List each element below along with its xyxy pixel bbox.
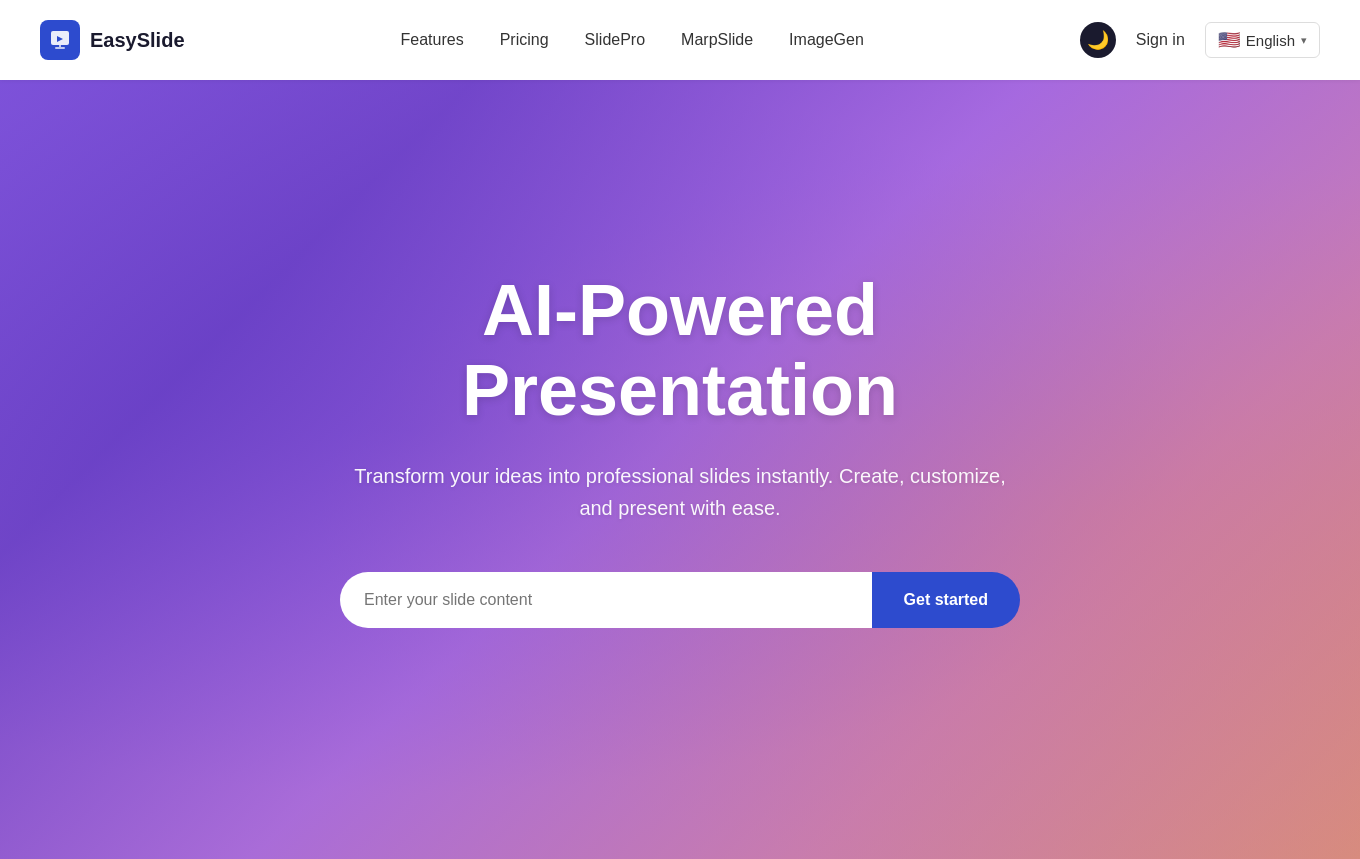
logo-text: EasySlide [90, 29, 185, 52]
language-name: English [1246, 32, 1295, 49]
nav-link-imagegen[interactable]: ImageGen [789, 31, 864, 49]
language-selector[interactable]: 🇺🇸 English ▾ [1205, 22, 1320, 58]
svg-rect-3 [59, 45, 61, 47]
svg-rect-2 [55, 47, 65, 49]
nav-link-marpslide[interactable]: MarpSlide [681, 31, 753, 49]
dark-mode-toggle[interactable]: 🌙 [1080, 22, 1116, 58]
get-started-button[interactable]: Get started [872, 572, 1020, 628]
nav-link-slidepro[interactable]: SlidePro [585, 31, 645, 49]
sign-in-link[interactable]: Sign in [1136, 31, 1185, 49]
navbar-right: 🌙 Sign in 🇺🇸 English ▾ [1080, 22, 1320, 58]
hero-subtitle: Transform your ideas into professional s… [340, 460, 1020, 524]
navbar: EasySlide Features Pricing SlidePro Marp… [0, 0, 1360, 80]
nav-links: Features Pricing SlidePro MarpSlide Imag… [401, 31, 864, 49]
chevron-down-icon: ▾ [1301, 34, 1307, 47]
hero-title-line1: AI-Powered [482, 270, 878, 350]
nav-link-features[interactable]: Features [401, 31, 464, 49]
hero-input-row: Get started [340, 572, 1020, 628]
slide-content-input[interactable] [340, 572, 872, 628]
hero-section: AI-Powered Presentation Transform your i… [0, 0, 1360, 859]
hero-title-line2: Presentation [462, 350, 898, 430]
language-flag: 🇺🇸 [1218, 29, 1240, 51]
hero-content: AI-Powered Presentation Transform your i… [320, 271, 1040, 627]
nav-link-pricing[interactable]: Pricing [500, 31, 549, 49]
logo-icon [40, 20, 80, 60]
hero-title: AI-Powered Presentation [340, 271, 1020, 429]
logo-area: EasySlide [40, 20, 185, 60]
